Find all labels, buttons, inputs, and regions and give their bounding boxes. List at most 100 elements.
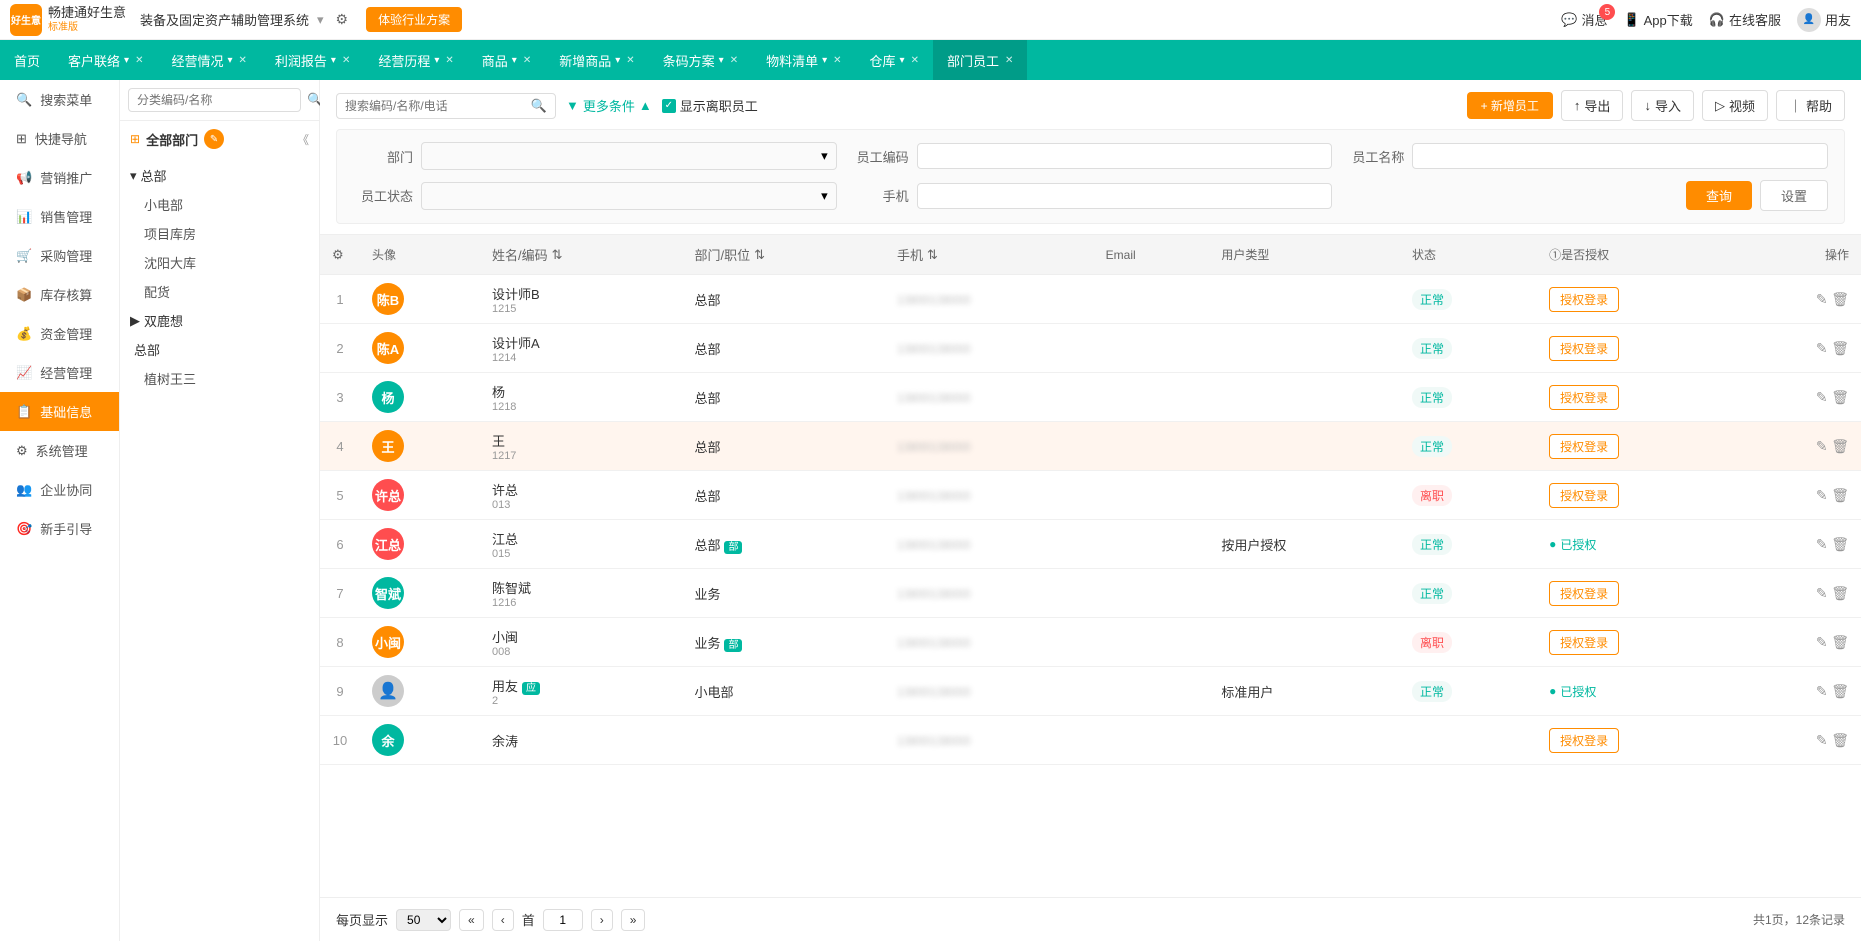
edit-button[interactable]: ✎ (1816, 389, 1828, 405)
tab-home[interactable]: 首页 (0, 40, 54, 80)
edit-button[interactable]: ✎ (1816, 487, 1828, 503)
export-button[interactable]: ↑ 导出 (1561, 90, 1624, 121)
dept-edit-button[interactable]: ✎ (204, 129, 224, 149)
tab-close-icon[interactable]: ✕ (833, 55, 841, 66)
cell-auth[interactable]: 授权登录 (1537, 422, 1738, 471)
video-button[interactable]: ▷ 视频 (1702, 90, 1768, 121)
auth-login-button[interactable]: 授权登录 (1549, 483, 1619, 508)
th-settings[interactable]: ⚙ (320, 235, 360, 275)
auth-login-button[interactable]: 授权登录 (1549, 434, 1619, 459)
auth-login-button[interactable]: 授权登录 (1549, 728, 1619, 753)
user-menu-button[interactable]: 👤 用友 (1797, 8, 1851, 32)
th-phone[interactable]: 手机⇅ (885, 235, 1094, 275)
settings-gear-icon[interactable]: ⚙ (336, 11, 349, 28)
tab-close-icon[interactable]: ✕ (1005, 55, 1013, 66)
sidebar-item-basic[interactable]: 📋 基础信息 (0, 392, 119, 431)
dept-item-shenyang[interactable]: 沈阳大库 (120, 248, 319, 277)
delete-button[interactable]: 🗑 (1831, 340, 1849, 356)
dept-item-zhishu[interactable]: 植树王三 (120, 364, 319, 393)
cell-auth[interactable]: 授权登录 (1537, 275, 1738, 324)
auth-login-button[interactable]: 授权登录 (1549, 287, 1619, 312)
tab-operation[interactable]: 经营情况▾✕ (157, 40, 260, 80)
cell-auth[interactable]: 授权登录 (1537, 471, 1738, 520)
show-resigned-checkbox[interactable]: ✓ 显示离职员工 (662, 96, 758, 115)
th-name[interactable]: 姓名/编码⇅ (480, 235, 683, 275)
more-conditions-button[interactable]: ▼ 更多条件 ▲ (566, 96, 652, 115)
dept-search-input[interactable] (128, 88, 301, 112)
dept-group-zongbu[interactable]: ▾ 总部 (120, 161, 319, 190)
tab-bom[interactable]: 物料清单▾✕ (752, 40, 855, 80)
cell-auth[interactable]: 授权登录 (1537, 324, 1738, 373)
tab-close-icon[interactable]: ✕ (730, 55, 738, 66)
cell-auth[interactable]: 授权登录 (1537, 716, 1738, 765)
emp-code-input[interactable] (917, 143, 1333, 169)
query-button[interactable]: 查询 (1686, 181, 1752, 210)
edit-button[interactable]: ✎ (1816, 438, 1828, 454)
page-number-input[interactable] (543, 909, 583, 931)
dept-collapse-icon[interactable]: 《 (297, 131, 309, 148)
edit-button[interactable]: ✎ (1816, 340, 1828, 356)
tab-add-goods[interactable]: 新增商品▾✕ (545, 40, 648, 80)
tab-customer[interactable]: 客户联络▾✕ (54, 40, 157, 80)
online-service-button[interactable]: 🎧 在线客服 (1709, 10, 1781, 29)
search-box[interactable]: 🔍 (336, 93, 556, 119)
delete-button[interactable]: 🗑 (1831, 585, 1849, 601)
dept-group-zongbu2[interactable]: 总部 (120, 335, 319, 364)
tab-profit[interactable]: 利润报告▾✕ (261, 40, 364, 80)
last-page-button[interactable]: » (621, 909, 646, 931)
auth-login-button[interactable]: 授权登录 (1549, 630, 1619, 655)
import-button[interactable]: ↓ 导入 (1631, 90, 1694, 121)
add-staff-button[interactable]: + 新增员工 (1467, 92, 1553, 119)
sidebar-item-system[interactable]: ⚙ 系统管理 (0, 431, 119, 470)
settings-button[interactable]: 设置 (1760, 180, 1828, 211)
app-download-button[interactable]: 📱 App下载 (1623, 10, 1692, 29)
edit-button[interactable]: ✎ (1816, 683, 1828, 699)
delete-button[interactable]: 🗑 (1831, 732, 1849, 748)
th-dept[interactable]: 部门/职位⇅ (682, 235, 885, 275)
tab-staff[interactable]: 部门员工✕ (933, 40, 1027, 80)
dept-select[interactable]: ▾ (421, 142, 837, 170)
tab-warehouse[interactable]: 仓库▾✕ (856, 40, 933, 80)
sidebar-item-inventory[interactable]: 📦 库存核算 (0, 275, 119, 314)
next-page-button[interactable]: › (591, 909, 613, 931)
sidebar-item-business[interactable]: 📈 经营管理 (0, 353, 119, 392)
cell-auth[interactable]: 授权登录 (1537, 569, 1738, 618)
delete-button[interactable]: 🗑 (1831, 536, 1849, 552)
emp-status-select[interactable]: ▾ (421, 182, 837, 210)
sidebar-item-search[interactable]: 🔍 搜索菜单 (0, 80, 119, 119)
per-page-select[interactable]: 50 100 (396, 909, 451, 931)
sidebar-item-sales[interactable]: 📊 销售管理 (0, 197, 119, 236)
tab-close-icon[interactable]: ✕ (626, 55, 634, 66)
tab-close-icon[interactable]: ✕ (342, 55, 350, 66)
edit-button[interactable]: ✎ (1816, 634, 1828, 650)
delete-button[interactable]: 🗑 (1831, 487, 1849, 503)
tab-history[interactable]: 经营历程▾✕ (364, 40, 467, 80)
delete-button[interactable]: 🗑 (1831, 634, 1849, 650)
tab-close-icon[interactable]: ✕ (523, 55, 531, 66)
auth-login-button[interactable]: 授权登录 (1549, 336, 1619, 361)
sidebar-item-purchase[interactable]: 🛒 采购管理 (0, 236, 119, 275)
edit-button[interactable]: ✎ (1816, 291, 1828, 307)
tab-close-icon[interactable]: ✕ (135, 55, 143, 66)
trial-button[interactable]: 体验行业方案 (366, 7, 462, 32)
sidebar-item-quicknav[interactable]: ⊞ 快捷导航 (0, 119, 119, 158)
phone-input[interactable] (917, 183, 1333, 209)
auth-login-button[interactable]: 授权登录 (1549, 581, 1619, 606)
sidebar-item-finance[interactable]: 💰 资金管理 (0, 314, 119, 353)
delete-button[interactable]: 🗑 (1831, 389, 1849, 405)
edit-button[interactable]: ✎ (1816, 536, 1828, 552)
tab-close-icon[interactable]: ✕ (911, 55, 919, 66)
dept-item-peihuo[interactable]: 配货 (120, 277, 319, 306)
dept-group-shuanglu[interactable]: ▶ 双鹿想 (120, 306, 319, 335)
tab-close-icon[interactable]: ✕ (239, 55, 247, 66)
tab-goods[interactable]: 商品▾✕ (468, 40, 545, 80)
cell-auth[interactable]: 授权登录 (1537, 373, 1738, 422)
delete-button[interactable]: 🗑 (1831, 291, 1849, 307)
delete-button[interactable]: 🗑 (1831, 683, 1849, 699)
edit-button[interactable]: ✎ (1816, 732, 1828, 748)
tab-barcode[interactable]: 条码方案▾✕ (649, 40, 752, 80)
sidebar-item-guide[interactable]: 🎯 新手引导 (0, 509, 119, 548)
dept-item-project[interactable]: 项目库房 (120, 219, 319, 248)
help-button[interactable]: ｜ 帮助 (1776, 90, 1845, 121)
sidebar-item-marketing[interactable]: 📢 营销推广 (0, 158, 119, 197)
